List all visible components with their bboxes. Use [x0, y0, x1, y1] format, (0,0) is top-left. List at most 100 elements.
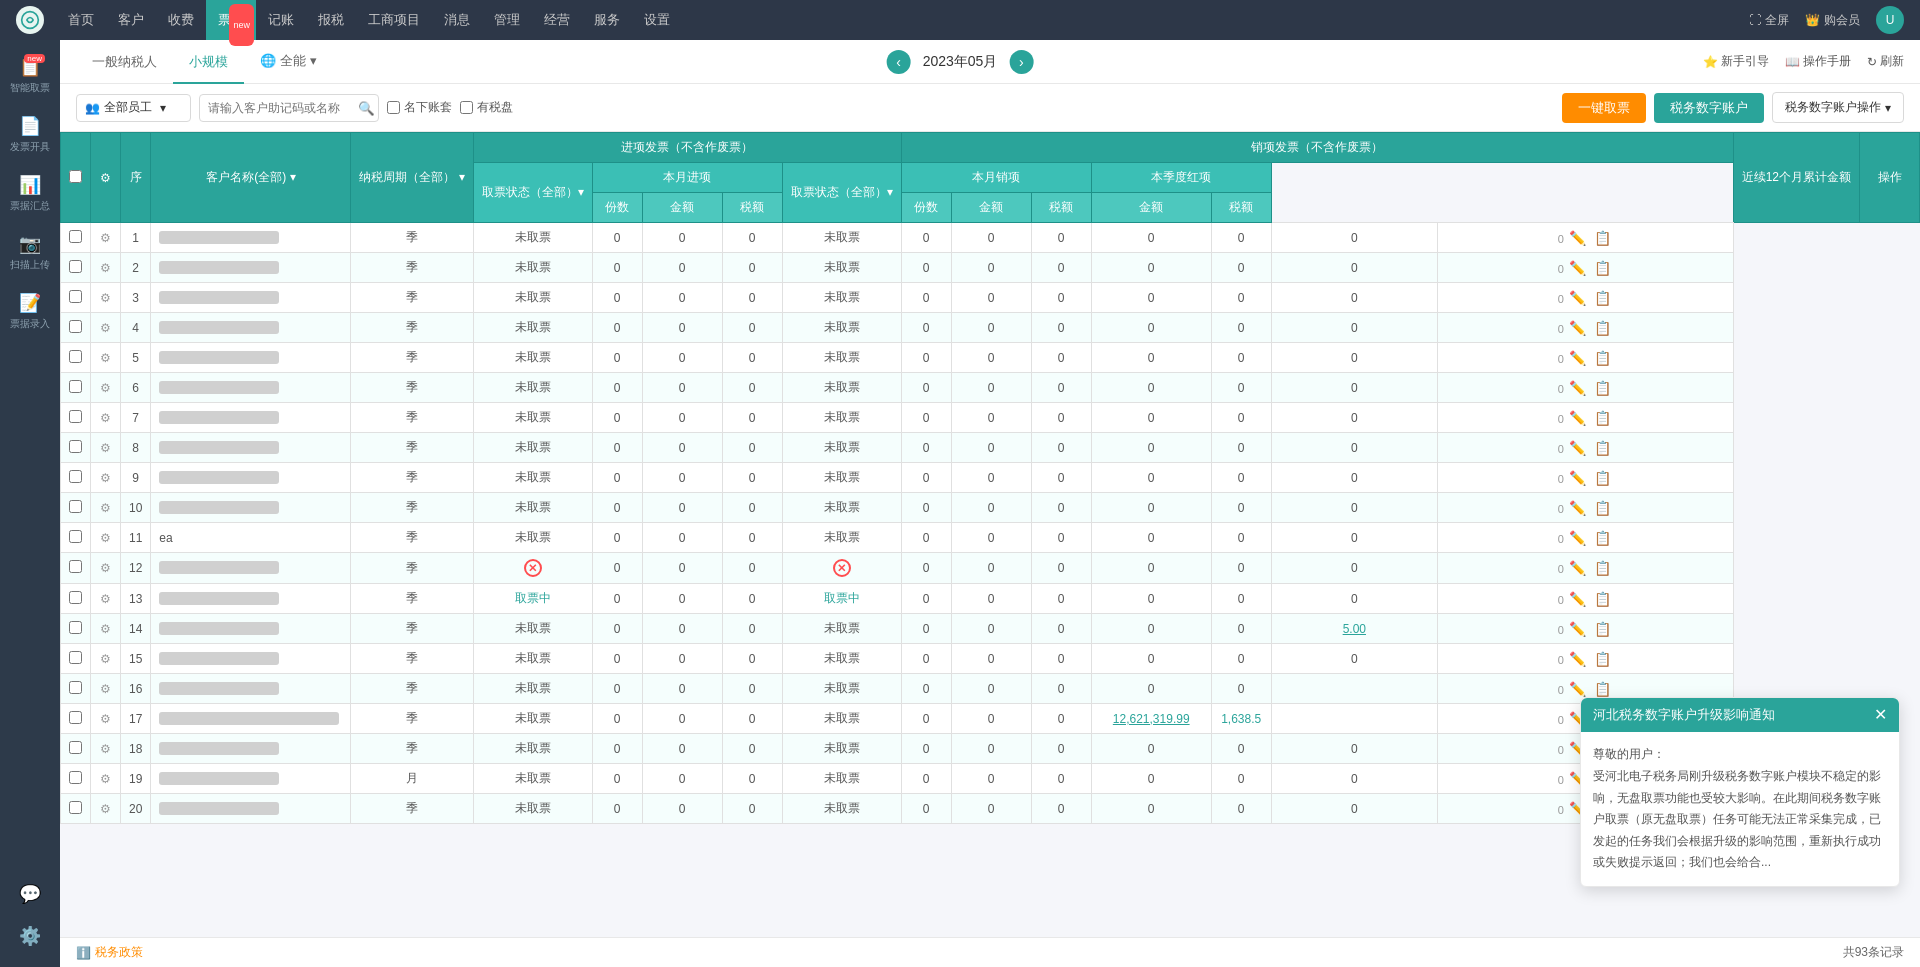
row-settings-icon[interactable]: ⚙: [100, 441, 111, 455]
row-checkbox[interactable]: [69, 560, 82, 573]
row-checkbox[interactable]: [69, 470, 82, 483]
nav-item-client[interactable]: 客户: [106, 0, 156, 40]
copy-icon[interactable]: 📋: [1594, 621, 1611, 637]
checkbox-has-tax-plate[interactable]: 有税盘: [460, 99, 513, 116]
nav-item-manage[interactable]: 管理: [482, 0, 532, 40]
edit-icon[interactable]: ✏️: [1569, 350, 1586, 366]
filter-icon[interactable]: ▾: [290, 170, 296, 184]
row-checkbox[interactable]: [69, 260, 82, 273]
nav-item-operation[interactable]: 经营: [532, 0, 582, 40]
sidebar-item-smart-ticket[interactable]: 📋 new 智能取票: [0, 48, 60, 103]
tax-digital-ops-btn[interactable]: 税务数字账户操作 ▾: [1772, 92, 1904, 123]
edit-icon[interactable]: ✏️: [1569, 560, 1586, 576]
edit-icon[interactable]: ✏️: [1569, 530, 1586, 546]
row-settings-icon[interactable]: ⚙: [100, 561, 111, 575]
copy-icon[interactable]: 📋: [1594, 591, 1611, 607]
copy-icon[interactable]: 📋: [1594, 260, 1611, 276]
new-guide-link[interactable]: ⭐ 新手引导: [1703, 53, 1769, 70]
copy-icon[interactable]: 📋: [1594, 470, 1611, 486]
row-checkbox[interactable]: [69, 711, 82, 724]
edit-icon[interactable]: ✏️: [1569, 380, 1586, 396]
row-checkbox[interactable]: [69, 500, 82, 513]
copy-icon[interactable]: 📋: [1594, 320, 1611, 336]
checkbox-my-accounts-input[interactable]: [387, 101, 400, 114]
row-settings-icon[interactable]: ⚙: [100, 291, 111, 305]
copy-icon[interactable]: 📋: [1594, 500, 1611, 516]
edit-icon[interactable]: ✏️: [1569, 681, 1586, 697]
manual-link[interactable]: 📖 操作手册: [1785, 53, 1851, 70]
tab-small[interactable]: 小规模: [173, 40, 244, 84]
row-checkbox[interactable]: [69, 230, 82, 243]
sidebar-item-ticket-summary[interactable]: 📊 票据汇总: [0, 166, 60, 221]
row-settings-icon[interactable]: ⚙: [100, 652, 111, 666]
edit-icon[interactable]: ✏️: [1569, 230, 1586, 246]
row-settings-icon[interactable]: ⚙: [100, 622, 111, 636]
checkbox-has-tax-plate-input[interactable]: [460, 101, 473, 114]
row-checkbox[interactable]: [69, 741, 82, 754]
copy-icon[interactable]: 📋: [1594, 560, 1611, 576]
edit-icon[interactable]: ✏️: [1569, 651, 1586, 667]
row-checkbox[interactable]: [69, 591, 82, 604]
edit-icon[interactable]: ✏️: [1569, 470, 1586, 486]
row-checkbox[interactable]: [69, 771, 82, 784]
row-checkbox[interactable]: [69, 290, 82, 303]
edit-icon[interactable]: ✏️: [1569, 260, 1586, 276]
row-checkbox[interactable]: [69, 530, 82, 543]
copy-icon[interactable]: 📋: [1594, 380, 1611, 396]
filter-icon2[interactable]: ▾: [459, 170, 465, 184]
checkbox-my-accounts[interactable]: 名下账套: [387, 99, 452, 116]
edit-icon[interactable]: ✏️: [1569, 591, 1586, 607]
nav-item-home[interactable]: 首页: [56, 0, 106, 40]
edit-icon[interactable]: ✏️: [1569, 320, 1586, 336]
popup-close-btn[interactable]: ✕: [1874, 707, 1887, 723]
edit-icon[interactable]: ✏️: [1569, 500, 1586, 516]
search-input[interactable]: [199, 94, 379, 122]
row-checkbox[interactable]: [69, 621, 82, 634]
user-avatar[interactable]: U: [1876, 6, 1904, 34]
row-settings-icon[interactable]: ⚙: [100, 592, 111, 606]
sidebar-item-invoice-open[interactable]: 📄 发票开具: [0, 107, 60, 162]
copy-icon[interactable]: 📋: [1594, 651, 1611, 667]
row-settings-icon[interactable]: ⚙: [100, 261, 111, 275]
copy-icon[interactable]: 📋: [1594, 410, 1611, 426]
nav-item-settings[interactable]: 设置: [632, 0, 682, 40]
tab-general[interactable]: 一般纳税人: [76, 40, 173, 84]
sidebar-item-chat[interactable]: 💬: [15, 875, 45, 913]
edit-icon[interactable]: ✏️: [1569, 410, 1586, 426]
tab-all[interactable]: 🌐 全能 ▾: [244, 40, 333, 84]
row-checkbox[interactable]: [69, 681, 82, 694]
row-settings-icon[interactable]: ⚙: [100, 321, 111, 335]
prev-period-btn[interactable]: ‹: [887, 50, 911, 74]
cumulative-link[interactable]: 5.00: [1343, 622, 1366, 636]
row-checkbox[interactable]: [69, 440, 82, 453]
nav-item-service[interactable]: 服务: [582, 0, 632, 40]
row-settings-icon[interactable]: ⚙: [100, 742, 111, 756]
row-settings-icon[interactable]: ⚙: [100, 802, 111, 816]
row-settings-icon[interactable]: ⚙: [100, 351, 111, 365]
row-settings-icon[interactable]: ⚙: [100, 501, 111, 515]
sidebar-item-gear[interactable]: ⚙️: [15, 917, 45, 955]
copy-icon[interactable]: 📋: [1594, 290, 1611, 306]
employee-filter[interactable]: 👥 全部员工 ▾: [76, 94, 191, 122]
copy-icon[interactable]: 📋: [1594, 681, 1611, 697]
row-settings-icon[interactable]: ⚙: [100, 531, 111, 545]
vip-btn[interactable]: 👑 购会员: [1805, 12, 1860, 29]
nav-item-invoice[interactable]: 票据 new: [206, 0, 256, 40]
row-settings-icon[interactable]: ⚙: [100, 411, 111, 425]
nav-item-billing[interactable]: 收费: [156, 0, 206, 40]
select-all-checkbox[interactable]: [69, 170, 82, 183]
row-settings-icon[interactable]: ⚙: [100, 712, 111, 726]
row-checkbox[interactable]: [69, 350, 82, 363]
row-settings-icon[interactable]: ⚙: [100, 471, 111, 485]
row-checkbox[interactable]: [69, 410, 82, 423]
row-checkbox[interactable]: [69, 651, 82, 664]
nav-item-tax[interactable]: 报税: [306, 0, 356, 40]
next-period-btn[interactable]: ›: [1009, 50, 1033, 74]
row-settings-icon[interactable]: ⚙: [100, 381, 111, 395]
sidebar-item-ticket-entry[interactable]: 📝 票据录入: [0, 284, 60, 339]
tax-policy-link[interactable]: ℹ️ 税务政策: [76, 944, 143, 961]
row-settings-icon[interactable]: ⚙: [100, 231, 111, 245]
search-button[interactable]: 🔍: [358, 100, 375, 115]
sidebar-item-scan-upload[interactable]: 📷 扫描上传: [0, 225, 60, 280]
row-checkbox[interactable]: [69, 801, 82, 814]
